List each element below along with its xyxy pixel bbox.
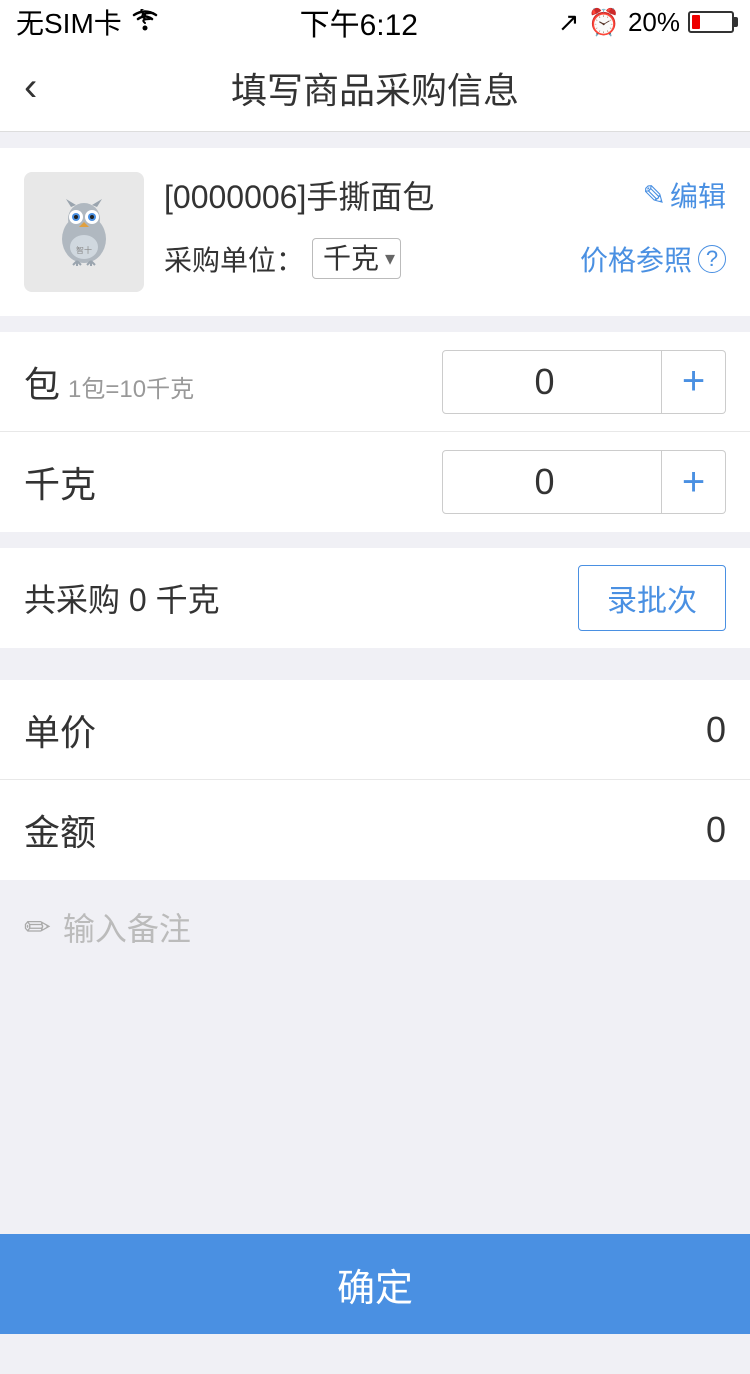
unit-select[interactable]: 千克: [312, 238, 401, 279]
summary-row: 共采购 0 千克 录批次: [0, 548, 750, 648]
unit-row: 采购单位： 千克 ▾ 价格参照 ?: [164, 238, 726, 279]
quantity-row-kg: 千克 +: [0, 432, 750, 532]
battery-percent: 20%: [628, 7, 680, 38]
product-image: 智十: [24, 172, 144, 292]
status-right: ↗ ⏰ 20%: [558, 7, 734, 38]
edit-button[interactable]: ✎ 编辑: [643, 175, 726, 215]
unit-price-row: 单价 0: [0, 680, 750, 780]
section-separator-3: [0, 648, 750, 664]
summary-text: 共采购 0 千克: [24, 575, 220, 621]
status-bar: 无SIM卡 下午6:12 ↗ ⏰ 20%: [0, 0, 750, 44]
amount-label: 金额: [24, 804, 96, 856]
status-carrier: 无SIM卡: [16, 2, 160, 42]
content-spacer: [0, 974, 750, 1274]
unit-label: 采购单位：: [164, 239, 304, 279]
wifi-icon: [130, 6, 160, 38]
price-ref-label: 价格参照: [580, 239, 692, 279]
product-card: 智十 [0000006]手撕面包 ✎ 编辑 采购单位： 千克: [0, 148, 750, 316]
batch-button[interactable]: 录批次: [578, 565, 726, 631]
question-icon: ?: [698, 245, 726, 273]
back-button[interactable]: ‹: [24, 65, 37, 110]
kg-quantity-input[interactable]: [442, 450, 662, 514]
page-title: 填写商品采购信息: [231, 62, 519, 114]
nav-bar: ‹ 填写商品采购信息: [0, 44, 750, 132]
bao-label: 包: [24, 356, 60, 408]
main-content: 智十 [0000006]手撕面包 ✎ 编辑 采购单位： 千克: [0, 148, 750, 1374]
edit-label: 编辑: [670, 175, 726, 215]
kg-input-group: +: [442, 450, 726, 514]
product-name: [0000006]手撕面包: [164, 172, 434, 218]
amount-row: 金额 0: [0, 780, 750, 880]
amount-value: 0: [706, 809, 726, 851]
bao-plus-button[interactable]: +: [662, 350, 726, 414]
price-ref-button[interactable]: 价格参照 ?: [580, 239, 726, 279]
pencil-icon: ✏: [24, 908, 51, 946]
unit-price-label: 单价: [24, 704, 96, 756]
notes-placeholder: 输入备注: [63, 904, 191, 950]
battery-icon: [688, 11, 734, 33]
section-separator-2: [0, 532, 750, 548]
bao-input-group: +: [442, 350, 726, 414]
svg-text:智十: 智十: [76, 245, 92, 255]
quantity-row-bao: 包 1包=10千克 +: [0, 332, 750, 432]
product-info: [0000006]手撕面包 ✎ 编辑 采购单位： 千克 ▾: [164, 172, 726, 279]
notes-section[interactable]: ✏ 输入备注: [0, 880, 750, 974]
confirm-button[interactable]: 确定: [0, 1234, 750, 1334]
location-icon: ↗: [558, 7, 580, 38]
product-thumbnail: 智十: [39, 187, 129, 277]
alarm-icon: ⏰: [588, 7, 620, 38]
section-separator-1: [0, 316, 750, 332]
edit-icon: ✎: [643, 179, 666, 212]
product-name-row: [0000006]手撕面包 ✎ 编辑: [164, 172, 726, 218]
bao-sublabel: 1包=10千克: [68, 369, 194, 404]
unit-price-value: 0: [706, 709, 726, 751]
bao-label-group: 包 1包=10千克: [24, 356, 194, 408]
carrier-text: 无SIM卡: [16, 2, 122, 42]
status-time: 下午6:12: [300, 0, 418, 44]
kg-plus-button[interactable]: +: [662, 450, 726, 514]
kg-label: 千克: [24, 456, 96, 508]
bao-quantity-input[interactable]: [442, 350, 662, 414]
unit-select-wrap[interactable]: 千克 ▾: [312, 238, 401, 279]
quantity-section: 包 1包=10千克 + 千克 +: [0, 332, 750, 532]
price-section: 单价 0 金额 0: [0, 680, 750, 880]
